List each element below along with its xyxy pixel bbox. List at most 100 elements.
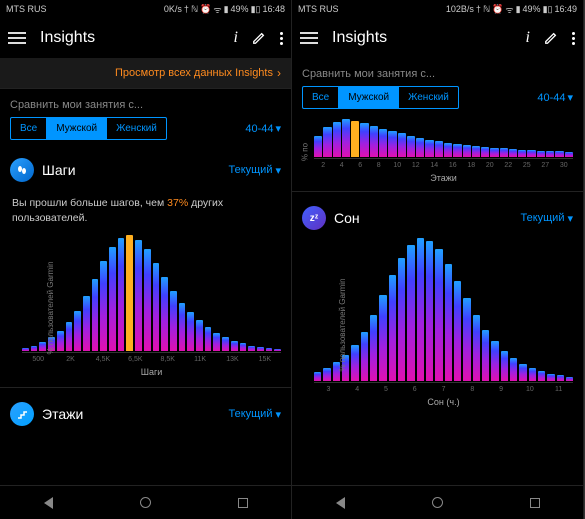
sleep-chart: % пользователей Garmin 34567891011 Сон (… <box>292 238 583 411</box>
chart-bar <box>425 140 433 157</box>
period-label: Текущий <box>228 408 272 420</box>
chart-bar <box>266 348 273 351</box>
seg-female[interactable]: Женский <box>106 118 166 139</box>
chart-bar <box>126 235 133 351</box>
home-button[interactable] <box>432 497 443 508</box>
chart-bar <box>388 131 396 157</box>
chart-bar <box>426 241 433 381</box>
chart-bar <box>361 332 368 381</box>
x-tick: 11K <box>184 356 216 363</box>
segment-row: Все Мужской Женский 40-44 ▾ <box>292 86 583 119</box>
chart-bar <box>435 141 443 157</box>
x-axis-label: Этажи <box>314 173 573 183</box>
chart-bar <box>31 346 38 352</box>
chevron-down-icon: ▾ <box>275 408 281 421</box>
chart-bar <box>274 349 281 351</box>
signal-icon: ▮ <box>516 4 521 15</box>
info-icon[interactable]: i <box>234 29 238 47</box>
bluetooth-icon: † <box>476 4 481 14</box>
recents-button[interactable] <box>530 498 540 508</box>
back-button[interactable] <box>44 497 53 509</box>
chart-bar <box>135 240 142 351</box>
chart-bar <box>547 374 554 381</box>
wifi-icon: ᯤ <box>213 3 221 16</box>
age-label: 40-44 <box>245 123 273 135</box>
home-button[interactable] <box>140 497 151 508</box>
overflow-icon[interactable] <box>572 32 575 45</box>
chart-bar <box>240 343 247 351</box>
carrier-label: MTS RUS <box>298 4 339 14</box>
steps-chart: % пользователей Garmin 5002K4,5K6,5K8,5K… <box>0 235 291 381</box>
x-tick: 15K <box>249 356 281 363</box>
bluetooth-icon: † <box>184 4 189 14</box>
x-tick: 18 <box>462 162 481 169</box>
net-speed: 0K/s <box>164 4 182 14</box>
page-title: Insights <box>332 29 387 47</box>
seg-male[interactable]: Мужской <box>338 87 398 108</box>
nfc-icon: ℕ <box>483 4 490 15</box>
chart-bar <box>501 351 508 381</box>
age-filter[interactable]: 40-44 ▾ <box>537 91 573 104</box>
battery-icon: ▮▯ <box>251 4 261 15</box>
overflow-icon[interactable] <box>280 32 283 45</box>
view-all-banner[interactable]: Просмотр всех данных Insights › <box>0 58 291 89</box>
period-dropdown[interactable]: Текущий ▾ <box>228 408 281 421</box>
section-sleep-head: zᶻ Сон Текущий ▾ <box>292 198 583 238</box>
info-icon[interactable]: i <box>526 29 530 47</box>
chart-bar <box>92 279 99 351</box>
chart-bar <box>407 245 414 381</box>
phone-left: MTS RUS 0K/s † ℕ ⏰ ᯤ ▮ 49% ▮▯ 16:48 Insi… <box>0 0 292 519</box>
x-tick: 4 <box>333 162 352 169</box>
edit-icon[interactable] <box>252 31 266 45</box>
seg-all[interactable]: Все <box>11 118 46 139</box>
age-filter[interactable]: 40-44 ▾ <box>245 122 281 135</box>
chart-bar <box>435 249 442 381</box>
back-button[interactable] <box>336 497 345 509</box>
chart-bar <box>205 327 212 351</box>
age-label: 40-44 <box>537 92 565 104</box>
chart-bar <box>463 298 470 381</box>
app-bar: Insights i <box>0 18 291 58</box>
recents-button[interactable] <box>238 498 248 508</box>
chart-bar <box>519 364 526 381</box>
edit-icon[interactable] <box>544 31 558 45</box>
app-bar: Insights i <box>292 18 583 58</box>
chart-bar <box>510 358 517 381</box>
chart-bar <box>482 330 489 381</box>
seg-male[interactable]: Мужской <box>46 118 106 139</box>
android-navbar <box>292 485 583 519</box>
chart-bar <box>74 311 81 352</box>
seg-all[interactable]: Все <box>303 87 338 108</box>
chart-bar <box>490 148 498 158</box>
chart-bar <box>144 249 151 351</box>
android-navbar <box>0 485 291 519</box>
period-dropdown[interactable]: Текущий ▾ <box>520 212 573 225</box>
menu-icon[interactable] <box>300 32 318 44</box>
chart-bar <box>187 312 194 351</box>
sleep-icon: zᶻ <box>302 206 326 230</box>
x-tick: 16 <box>444 162 463 169</box>
chart-bar <box>529 368 536 381</box>
chart-bar <box>509 149 517 157</box>
alarm-icon: ⏰ <box>200 4 211 15</box>
chart-bar <box>379 129 387 158</box>
x-tick: 11 <box>544 386 573 393</box>
chart-bar <box>527 150 535 157</box>
chart-bar <box>370 315 377 381</box>
x-tick: 7 <box>429 386 458 393</box>
menu-icon[interactable] <box>8 32 26 44</box>
alarm-icon: ⏰ <box>492 4 503 15</box>
seg-female[interactable]: Женский <box>398 87 458 108</box>
x-tick: 3 <box>314 386 343 393</box>
chevron-down-icon: ▾ <box>567 91 573 104</box>
x-tick: 20 <box>481 162 500 169</box>
x-tick: 10 <box>515 386 544 393</box>
period-label: Текущий <box>520 212 564 224</box>
floors-icon <box>10 402 34 426</box>
chart-bar <box>170 291 177 351</box>
period-dropdown[interactable]: Текущий ▾ <box>228 164 281 177</box>
nfc-icon: ℕ <box>191 4 198 15</box>
gender-segment: Все Мужской Женский <box>302 86 459 109</box>
chart-bar <box>314 372 321 381</box>
chart-bar <box>389 275 396 381</box>
